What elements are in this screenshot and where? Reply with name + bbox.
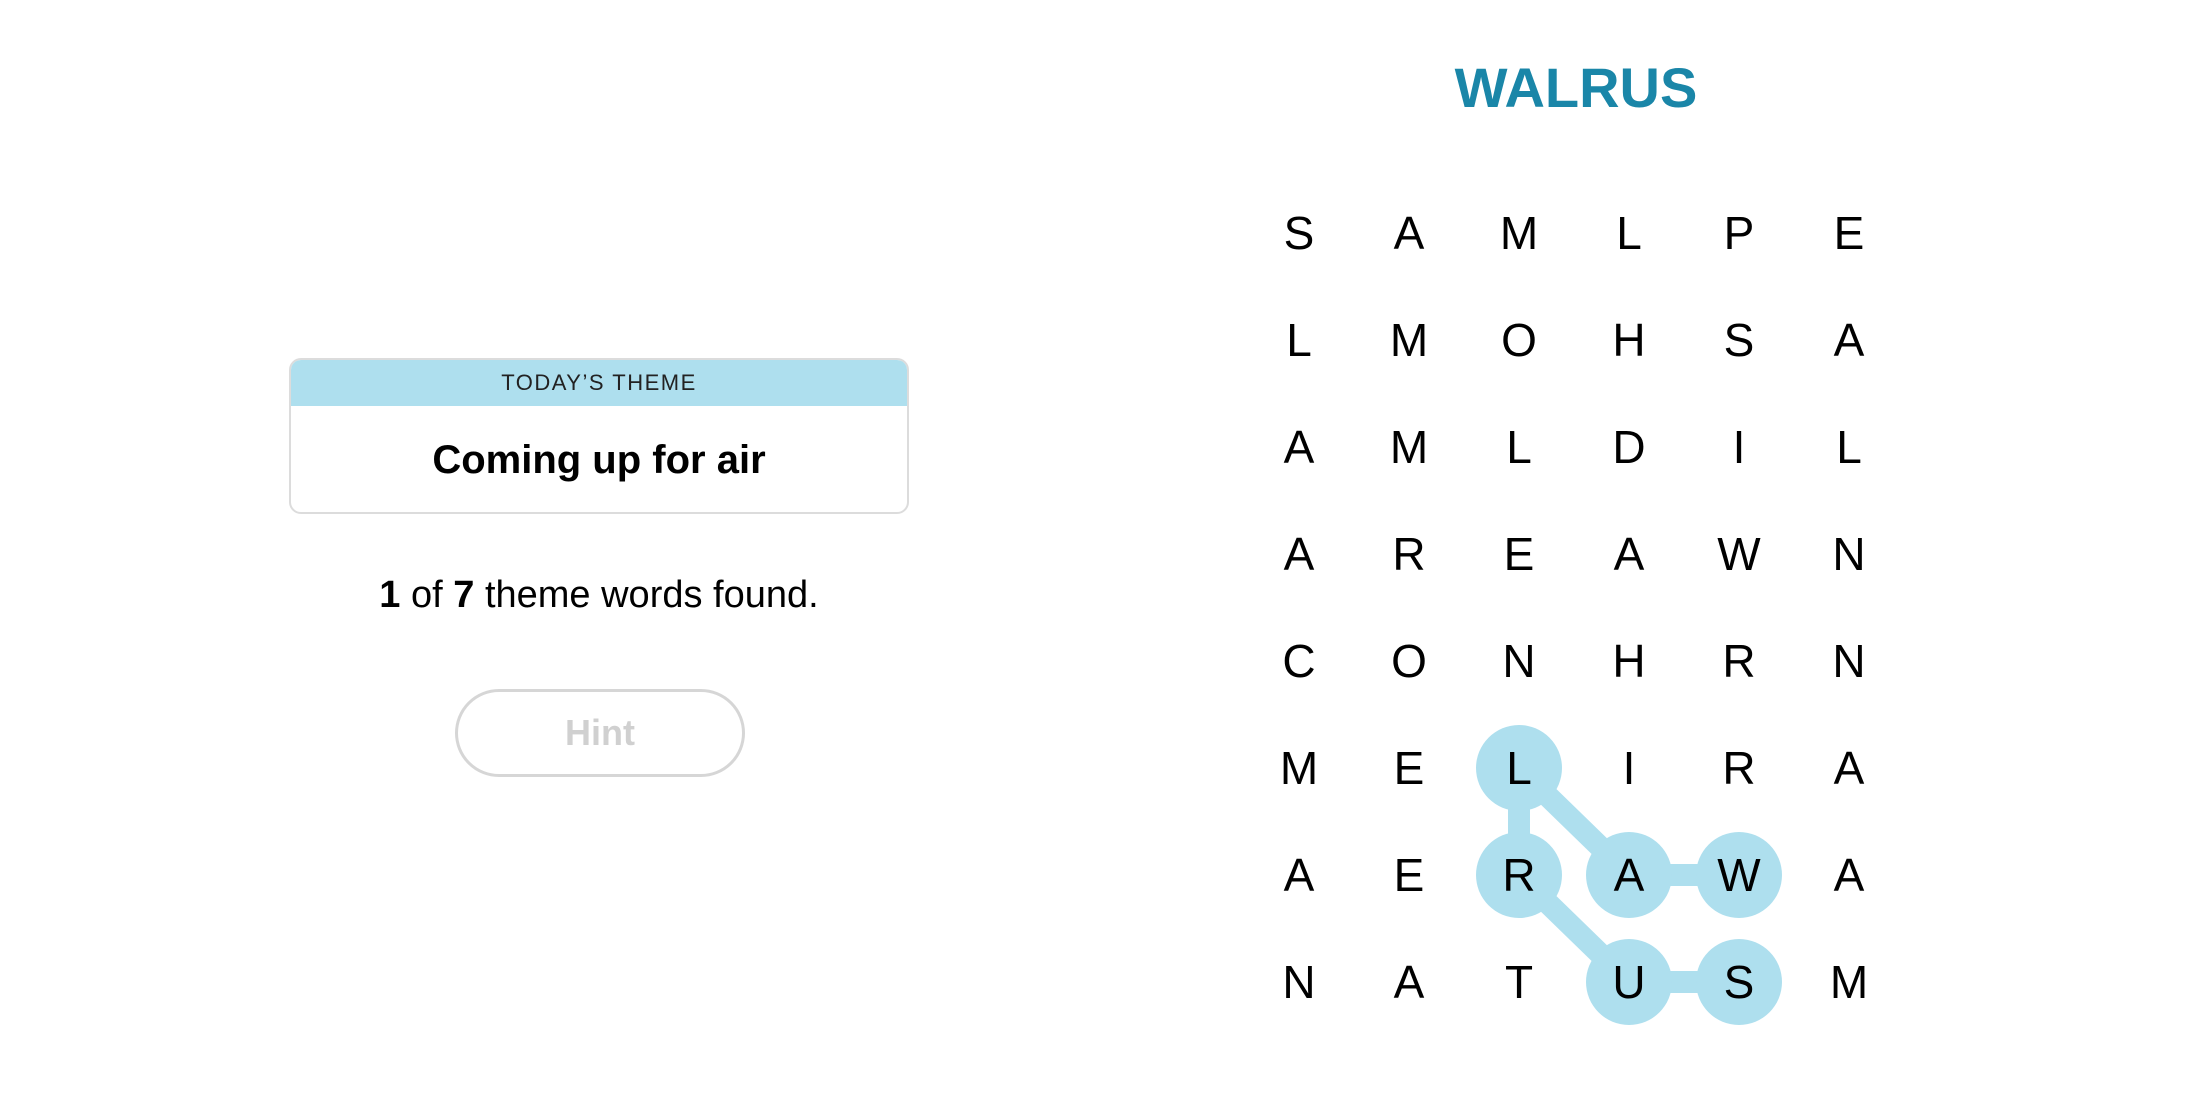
letter-cell[interactable]: N: [1502, 635, 1535, 687]
letter-cell[interactable]: H: [1612, 314, 1645, 366]
letter-cell[interactable]: D: [1612, 421, 1645, 473]
letter-cell[interactable]: U: [1612, 956, 1645, 1008]
letter-cell[interactable]: M: [1830, 956, 1868, 1008]
letter-cell[interactable]: P: [1724, 207, 1755, 259]
letter-cell[interactable]: E: [1394, 849, 1425, 901]
letter-cell[interactable]: R: [1722, 635, 1755, 687]
letter-cell[interactable]: L: [1506, 742, 1532, 794]
letter-cell[interactable]: R: [1392, 528, 1425, 580]
letter-cell[interactable]: O: [1391, 635, 1427, 687]
letter-cell[interactable]: A: [1394, 207, 1425, 259]
letter-cell[interactable]: E: [1834, 207, 1865, 259]
letter-cell[interactable]: M: [1500, 207, 1538, 259]
letter-cell[interactable]: T: [1505, 956, 1533, 1008]
letter-cell[interactable]: A: [1834, 849, 1865, 901]
letter-cell[interactable]: A: [1284, 528, 1315, 580]
letter-cell[interactable]: N: [1832, 528, 1865, 580]
letter-cell[interactable]: I: [1733, 421, 1746, 473]
letter-cell[interactable]: A: [1614, 528, 1645, 580]
letter-cell[interactable]: E: [1504, 528, 1535, 580]
letter-cell[interactable]: L: [1286, 314, 1312, 366]
letter-cell[interactable]: L: [1616, 207, 1642, 259]
letter-cell[interactable]: O: [1501, 314, 1537, 366]
letter-cell[interactable]: E: [1394, 742, 1425, 794]
letter-cell[interactable]: S: [1284, 207, 1315, 259]
letter-cell[interactable]: M: [1280, 742, 1318, 794]
letter-cell[interactable]: A: [1284, 849, 1315, 901]
letter-cell[interactable]: L: [1836, 421, 1862, 473]
letter-cell[interactable]: A: [1834, 314, 1865, 366]
letter-cell[interactable]: A: [1394, 956, 1425, 1008]
letter-cell[interactable]: R: [1722, 742, 1755, 794]
letter-cell[interactable]: A: [1614, 849, 1645, 901]
letter-cell[interactable]: M: [1390, 421, 1428, 473]
letter-cell[interactable]: W: [1717, 849, 1761, 901]
letter-cell[interactable]: N: [1282, 956, 1315, 1008]
letter-cell[interactable]: S: [1724, 956, 1755, 1008]
letter-cell[interactable]: S: [1724, 314, 1755, 366]
letter-cell[interactable]: A: [1834, 742, 1865, 794]
letter-cell[interactable]: C: [1282, 635, 1315, 687]
letter-cell[interactable]: R: [1502, 849, 1535, 901]
letter-cell[interactable]: I: [1623, 742, 1636, 794]
letter-cell[interactable]: L: [1506, 421, 1532, 473]
letter-grid[interactable]: S A M L P E L M O H S A A M L D I L A R E A W N C O N H R N M E L I R A A E R A…: [0, 0, 2200, 1100]
letter-cell[interactable]: M: [1390, 314, 1428, 366]
letter-cell[interactable]: H: [1612, 635, 1645, 687]
letter-cell[interactable]: A: [1284, 421, 1315, 473]
letter-cell[interactable]: N: [1832, 635, 1865, 687]
letter-cell[interactable]: W: [1717, 528, 1761, 580]
